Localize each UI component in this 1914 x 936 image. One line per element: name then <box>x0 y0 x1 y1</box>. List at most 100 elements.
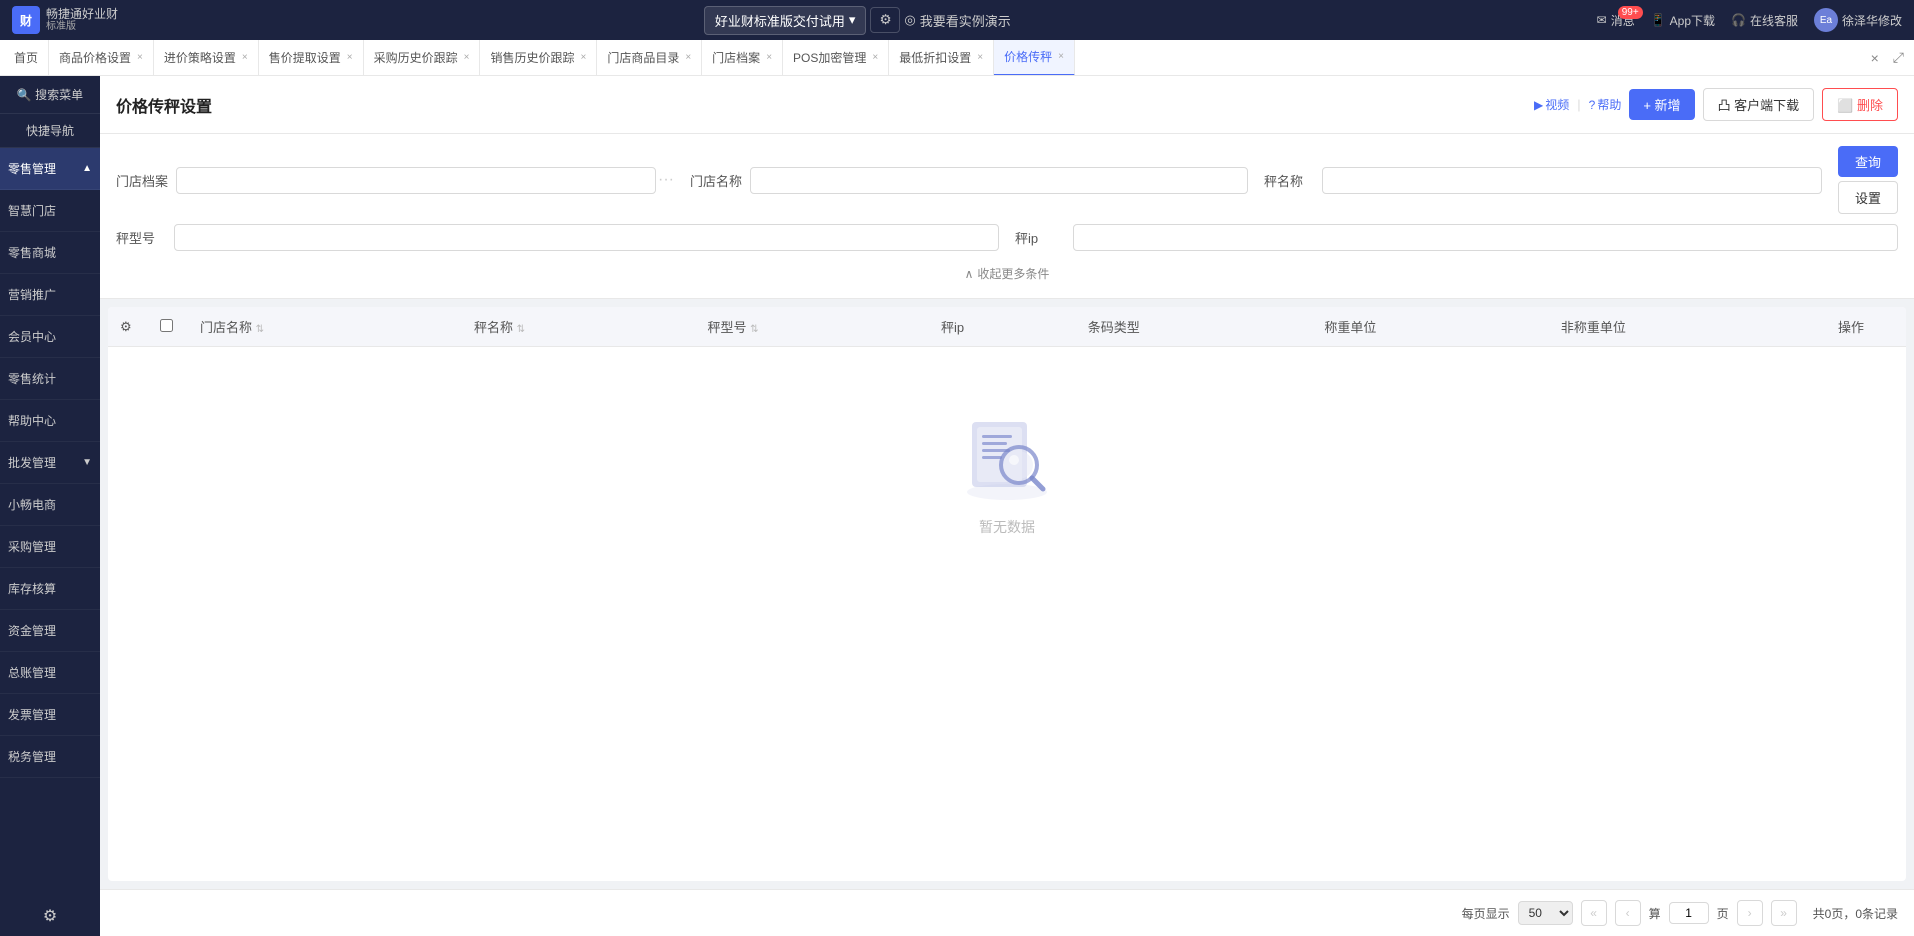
close-icon[interactable]: × <box>685 52 691 63</box>
tab-home-label: 首页 <box>14 49 38 66</box>
sidebar-item-invoice[interactable]: 发票管理 <box>0 694 100 736</box>
filter-scale-model-input[interactable] <box>174 224 999 251</box>
demo-button[interactable]: ◎ 我要看实例演示 <box>904 11 1010 30</box>
filter-store-name: 门店名称 <box>690 167 1248 194</box>
online-service-button[interactable]: 🎧 在线客服 <box>1731 12 1798 29</box>
filter-scale-ip: 秤ip <box>1015 224 1898 251</box>
filter-scale-model: 秤型号 <box>116 224 999 251</box>
tab-price-transfer-label: 价格传秤 <box>1004 48 1052 65</box>
message-button[interactable]: ✉ 消息 99+ <box>1597 12 1635 29</box>
close-icon[interactable]: × <box>347 52 353 63</box>
col-scale-name: 秤名称 ⇅ <box>462 307 696 347</box>
add-label: + 新增 <box>1643 95 1680 114</box>
close-icon[interactable]: × <box>1058 51 1064 62</box>
empty-text: 暂无数据 <box>979 517 1035 537</box>
sidebar-quick-nav[interactable]: 快捷导航 <box>0 114 100 148</box>
download-client-button[interactable]: 凸 客户端下载 <box>1703 88 1815 121</box>
sidebar-item-member[interactable]: 会员中心 <box>0 316 100 358</box>
first-page-button[interactable]: « <box>1581 900 1607 926</box>
video-link[interactable]: ▶ 视频 <box>1534 96 1569 113</box>
app-download-button[interactable]: 📱 App下载 <box>1651 12 1715 29</box>
sidebar-item-label: 总账管理 <box>8 664 56 681</box>
tab-purchase-history[interactable]: 采购历史价跟踪 × <box>364 40 481 76</box>
sidebar-item-smart-store[interactable]: 智慧门店 <box>0 190 100 232</box>
sidebar-item-label: 零售管理 <box>8 160 56 177</box>
sidebar-item-label: 会员中心 <box>8 328 56 345</box>
logo-area: 财 畅捷通好业财 标准版 <box>12 6 118 34</box>
collapse-icon: ∧ <box>965 267 974 281</box>
tab-min-discount-label: 最低折扣设置 <box>899 49 971 66</box>
collapse-filter-button[interactable]: ∧ 收起更多条件 <box>116 261 1898 286</box>
sidebar-item-inventory[interactable]: 库存核算 <box>0 568 100 610</box>
table-settings-col[interactable]: ⚙ <box>108 307 148 347</box>
filter-store-profile-input[interactable] <box>176 167 656 194</box>
tab-sale-extract[interactable]: 售价提取设置 × <box>259 40 364 76</box>
sidebar-item-label: 营销推广 <box>8 286 56 303</box>
tab-store-catalog-label: 门店商品目录 <box>607 49 679 66</box>
sidebar-item-label: 零售商城 <box>8 244 56 261</box>
maximize-tab-button[interactable]: ⤢ <box>1887 45 1910 70</box>
tab-home[interactable]: 首页 <box>4 40 49 76</box>
page-number-input[interactable] <box>1669 902 1709 924</box>
sidebar-settings-button[interactable]: ⚙ <box>43 906 57 926</box>
help-link[interactable]: ? 帮助 <box>1589 96 1622 113</box>
sidebar-item-help[interactable]: 帮助中心 <box>0 400 100 442</box>
tab-store-profile[interactable]: 门店档案 × <box>702 40 783 76</box>
close-tab-button[interactable]: × <box>1865 46 1885 70</box>
sidebar-item-purchase[interactable]: 采购管理 <box>0 526 100 568</box>
delete-button[interactable]: ⬜ 删除 <box>1822 88 1898 121</box>
sidebar-item-label: 发票管理 <box>8 706 56 723</box>
tab-bar-actions: × ⤢ <box>1865 45 1910 70</box>
close-icon[interactable]: × <box>580 52 586 63</box>
table-checkbox-col[interactable] <box>148 307 188 347</box>
empty-illustration <box>947 407 1067 507</box>
tab-bar: 首页 商品价格设置 × 进价策略设置 × 售价提取设置 × 采购历史价跟踪 × … <box>0 40 1914 76</box>
close-icon[interactable]: × <box>766 52 772 63</box>
close-icon[interactable]: × <box>977 52 983 63</box>
next-page-button[interactable]: › <box>1737 900 1763 926</box>
add-button[interactable]: + 新增 <box>1629 89 1694 120</box>
close-icon[interactable]: × <box>137 52 143 63</box>
close-icon[interactable]: × <box>242 52 248 63</box>
logo-icon: 财 <box>12 6 40 34</box>
sidebar-search-menu[interactable]: 🔍 搜索菜单 <box>0 76 100 114</box>
user-menu[interactable]: Ea 徐泽华修改 <box>1814 8 1902 32</box>
setting-button[interactable]: 设置 <box>1838 181 1898 214</box>
tab-purchase-strategy[interactable]: 进价策略设置 × <box>154 40 259 76</box>
filter-more-button[interactable]: ··· <box>658 171 674 189</box>
tab-price-setting[interactable]: 商品价格设置 × <box>49 40 154 76</box>
tab-sales-history[interactable]: 销售历史价跟踪 × <box>480 40 597 76</box>
filter-scale-name-input[interactable] <box>1322 167 1822 194</box>
query-button[interactable]: 查询 <box>1838 146 1898 177</box>
per-page-select[interactable]: 10 20 50 100 <box>1518 901 1573 925</box>
filter-scale-ip-input[interactable] <box>1073 224 1898 251</box>
tab-price-transfer[interactable]: 价格传秤 × <box>994 40 1075 76</box>
sidebar-item-finance[interactable]: 资金管理 <box>0 610 100 652</box>
tab-pos-encrypt[interactable]: POS加密管理 × <box>783 40 889 76</box>
tab-min-discount[interactable]: 最低折扣设置 × <box>889 40 994 76</box>
tab-store-catalog[interactable]: 门店商品目录 × <box>597 40 702 76</box>
env-selector[interactable]: 好业财标准版交付试用 ▾ <box>704 6 867 35</box>
filter-store-name-label: 门店名称 <box>690 171 742 190</box>
sidebar-item-general-ledger[interactable]: 总账管理 <box>0 652 100 694</box>
sidebar-item-retail-mall[interactable]: 零售商城 <box>0 232 100 274</box>
tab-price-setting-label: 商品价格设置 <box>59 49 131 66</box>
sidebar-item-label: 库存核算 <box>8 580 56 597</box>
select-all-checkbox[interactable] <box>160 319 173 332</box>
close-icon[interactable]: × <box>872 52 878 63</box>
sidebar-item-retail-stats[interactable]: 零售统计 <box>0 358 100 400</box>
env-settings-button[interactable]: ⚙ <box>870 7 900 33</box>
filter-row-1: 门店档案 ··· 门店名称 秤名称 <box>116 146 1898 214</box>
sidebar-item-marketing[interactable]: 营销推广 <box>0 274 100 316</box>
filter-store-name-input[interactable] <box>750 167 1248 194</box>
close-icon[interactable]: × <box>464 52 470 63</box>
sidebar-item-wholesale[interactable]: 批发管理 ▼ <box>0 442 100 484</box>
prev-page-button[interactable]: ‹ <box>1615 900 1641 926</box>
sidebar-item-retail-management[interactable]: 零售管理 ▲ <box>0 148 100 190</box>
last-page-button[interactable]: » <box>1771 900 1797 926</box>
tab-purchase-strategy-label: 进价策略设置 <box>164 49 236 66</box>
sidebar-item-tax[interactable]: 税务管理 <box>0 736 100 778</box>
tab-sale-extract-label: 售价提取设置 <box>269 49 341 66</box>
col-scale-ip: 秤ip <box>929 307 1076 347</box>
sidebar-item-ecommerce[interactable]: 小畅电商 <box>0 484 100 526</box>
